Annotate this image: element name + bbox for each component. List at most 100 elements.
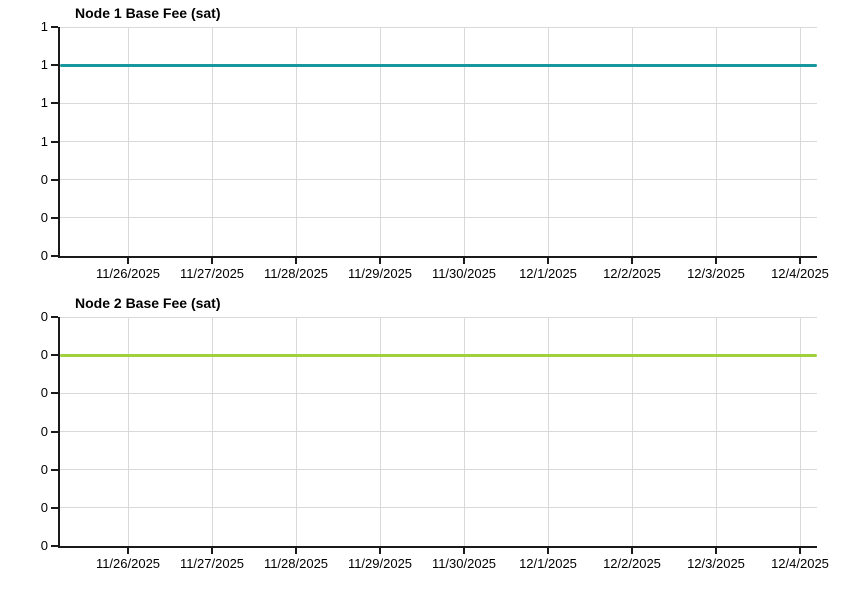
x-tick-label: 12/1/2025	[519, 556, 577, 571]
x-axis-tick-mark	[715, 548, 717, 554]
horizontal-gridline	[60, 392, 817, 394]
vertical-gridline	[716, 317, 717, 546]
y-axis-tick-mark	[51, 545, 58, 547]
y-axis-tick-mark	[51, 64, 58, 67]
x-tick-label: 11/29/2025	[347, 266, 413, 281]
vertical-gridline	[212, 317, 213, 546]
chart-node1-base-fee: Node 1 Base Fee (sat) 1 1 1 1 0 0 0 11/26/2025 1…	[0, 0, 860, 290]
vertical-gridline	[380, 317, 381, 546]
y-tick-label: 0	[40, 538, 48, 553]
x-axis-tick-mark	[211, 548, 213, 554]
y-axis-tick-mark	[51, 316, 58, 318]
y-axis-tick-mark	[51, 140, 58, 143]
y-axis-tick-mark	[51, 216, 58, 219]
vertical-gridline	[128, 27, 129, 256]
vertical-gridline	[380, 27, 381, 256]
vertical-gridline	[632, 27, 633, 256]
y-tick-label: 0	[40, 385, 48, 401]
horizontal-gridline	[60, 26, 817, 28]
x-axis-tick-mark	[799, 258, 801, 264]
series-line	[60, 353, 817, 357]
y-tick-label: 0	[40, 461, 48, 477]
x-tick-label: 12/2/2025	[603, 556, 661, 571]
vertical-gridline	[548, 317, 549, 546]
y-tick-label: 0	[40, 347, 48, 363]
x-tick-label: 12/3/2025	[687, 556, 745, 571]
x-tick-label: 12/3/2025	[687, 266, 745, 281]
x-tick-label: 11/28/2025	[263, 266, 329, 281]
y-tick-label: 1	[40, 19, 48, 34]
x-tick-label: 11/27/2025	[179, 266, 245, 281]
horizontal-gridline	[60, 507, 817, 509]
y-axis-tick-mark	[51, 255, 58, 257]
x-tick-label: 12/4/2025	[771, 266, 829, 281]
horizontal-gridline	[60, 217, 817, 219]
horizontal-gridline	[60, 431, 817, 432]
y-tick-label: 0	[40, 499, 48, 515]
vertical-gridline	[464, 27, 465, 256]
vertical-gridline	[800, 27, 801, 256]
x-tick-label: 12/4/2025	[771, 556, 829, 571]
y-axis-tick-mark	[51, 26, 58, 28]
x-axis-tick-mark	[379, 548, 381, 554]
y-axis-tick-mark	[51, 468, 58, 471]
series-line	[60, 63, 817, 67]
x-tick-label: 11/30/2025	[431, 556, 497, 571]
y-tick-label: 1	[40, 133, 48, 149]
y-tick-label: 0	[40, 248, 48, 263]
x-tick-label: 11/26/2025	[95, 556, 161, 571]
x-axis-tick-mark	[631, 258, 633, 264]
x-tick-label: 12/1/2025	[519, 266, 577, 281]
x-axis-tick-mark	[211, 258, 213, 264]
y-axis-tick-mark	[51, 430, 58, 433]
vertical-gridline	[212, 27, 213, 256]
y-tick-label: 0	[40, 309, 48, 324]
x-axis-tick-mark	[799, 548, 801, 554]
vertical-gridline	[296, 317, 297, 546]
y-tick-label: 1	[40, 57, 48, 73]
x-axis-tick-mark	[631, 548, 633, 554]
vertical-gridline	[716, 27, 717, 256]
vertical-gridline	[464, 317, 465, 546]
y-axis-tick-mark	[51, 506, 58, 509]
y-axis-tick-mark	[51, 354, 58, 357]
y-tick-label: 0	[40, 423, 48, 439]
charts-page: Node 1 Base Fee (sat) 1 1 1 1 0 0 0 11/26/2025 1…	[0, 0, 860, 600]
y-axis-tick-mark	[51, 178, 58, 181]
x-axis-tick-mark	[547, 548, 549, 554]
x-tick-label: 11/28/2025	[263, 556, 329, 571]
y-tick-label: 0	[40, 171, 48, 187]
y-axis-tick-mark	[51, 102, 58, 105]
horizontal-gridline	[60, 316, 817, 318]
x-axis-tick-mark	[547, 258, 549, 264]
x-tick-label: 11/29/2025	[347, 556, 413, 571]
vertical-gridline	[800, 317, 801, 546]
x-axis-tick-mark	[295, 548, 297, 554]
y-tick-label: 0	[40, 209, 48, 225]
horizontal-gridline	[60, 141, 817, 142]
x-axis-tick-mark	[127, 548, 129, 554]
x-axis-tick-mark	[715, 258, 717, 264]
chart-node2-base-fee: Node 2 Base Fee (sat) 0 0 0 0 0 0 0 11/26/2025 1…	[0, 290, 860, 580]
x-tick-label: 12/2/2025	[603, 266, 661, 281]
vertical-gridline	[548, 27, 549, 256]
vertical-gridline	[632, 317, 633, 546]
x-axis-tick-mark	[463, 548, 465, 554]
x-tick-label: 11/27/2025	[179, 556, 245, 571]
chart-node1-title: Node 1 Base Fee (sat)	[75, 5, 221, 21]
horizontal-gridline	[60, 102, 817, 104]
y-axis-tick-mark	[51, 392, 58, 395]
vertical-gridline	[296, 27, 297, 256]
vertical-gridline	[128, 317, 129, 546]
x-tick-label: 11/26/2025	[95, 266, 161, 281]
chart-node1-plot-area: 1 1 1 1 0 0 0 11/26/2025 11/27/2025 11/28/2025 11/…	[41, 19, 829, 281]
horizontal-gridline	[60, 179, 817, 181]
x-tick-label: 11/30/2025	[431, 266, 497, 281]
chart-node2-title: Node 2 Base Fee (sat)	[75, 295, 221, 311]
x-axis-tick-mark	[127, 258, 129, 264]
y-tick-label: 1	[40, 95, 48, 111]
horizontal-gridline	[60, 469, 817, 471]
x-axis-tick-mark	[379, 258, 381, 264]
x-axis-tick-mark	[295, 258, 297, 264]
x-axis-tick-mark	[463, 258, 465, 264]
